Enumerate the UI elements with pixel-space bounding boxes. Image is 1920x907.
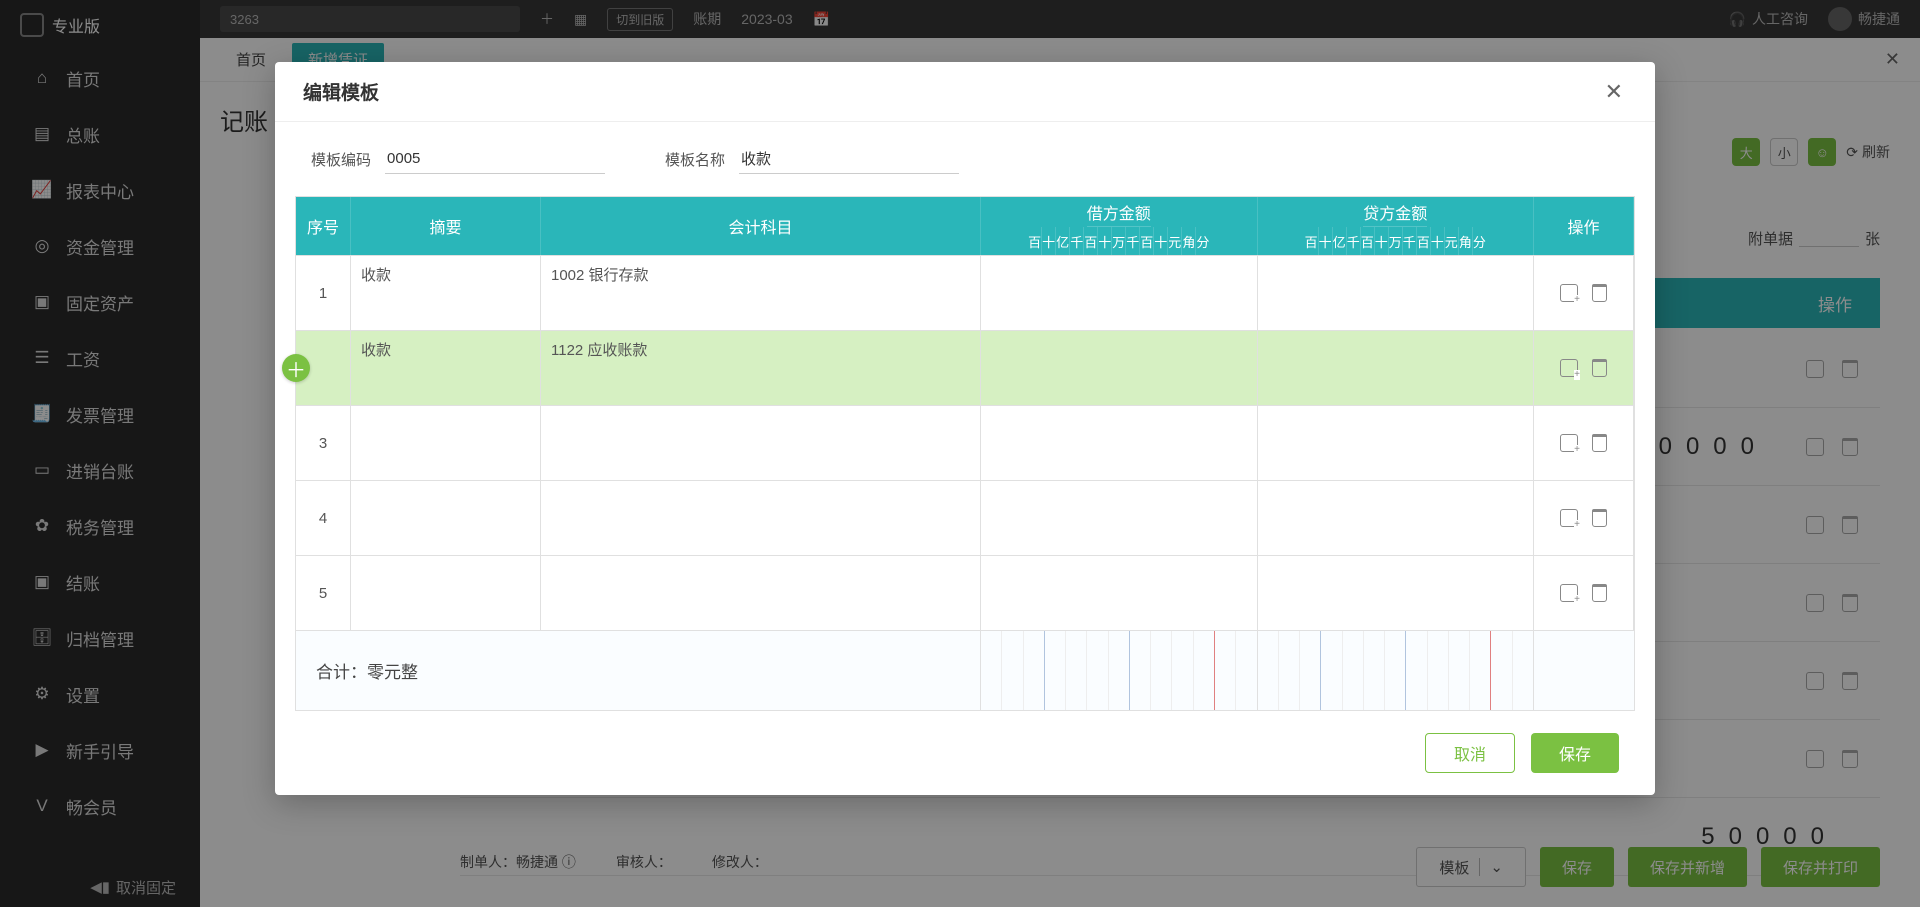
row-summary[interactable]: 收款 [351, 256, 541, 330]
row-summary[interactable]: 收款 [351, 331, 541, 405]
row-index: 1 [296, 256, 351, 330]
template-name-label: 模板名称 [665, 149, 725, 170]
row-debit[interactable] [981, 256, 1258, 330]
row-credit[interactable] [1258, 481, 1535, 555]
table-header: 序号 摘要 会计科目 借方金额 百十亿千百十万千百十元角分 贷方金额 百十亿千百… [296, 197, 1634, 255]
row-credit[interactable] [1258, 406, 1535, 480]
digit-cell[interactable] [1491, 631, 1512, 710]
copy-icon[interactable] [1560, 509, 1578, 527]
row-account[interactable]: 1122 应收账款 [541, 331, 981, 405]
digit-cell[interactable] [1109, 631, 1130, 710]
delete-icon[interactable] [1592, 584, 1607, 602]
table-row: 1 收款 1002 银行存款 [296, 255, 1634, 330]
row-credit[interactable] [1258, 256, 1535, 330]
table-row: 5 [296, 555, 1634, 630]
row-summary[interactable] [351, 481, 541, 555]
modal-header: 编辑模板 ✕ [275, 62, 1655, 122]
digit-cell[interactable] [1045, 631, 1066, 710]
digit-cell[interactable] [1066, 631, 1087, 710]
digit-cell[interactable] [1385, 631, 1406, 710]
total-debit [981, 631, 1258, 710]
digit-cell[interactable] [1002, 631, 1023, 710]
cancel-button[interactable]: 取消 [1425, 733, 1515, 773]
template-code-label: 模板编码 [311, 149, 371, 170]
digit-cell[interactable] [1215, 631, 1236, 710]
row-debit[interactable] [981, 406, 1258, 480]
row-summary[interactable] [351, 556, 541, 630]
row-debit[interactable] [981, 481, 1258, 555]
modal-close-button[interactable]: ✕ [1601, 75, 1627, 109]
save-button[interactable]: 保存 [1531, 733, 1619, 773]
total-op [1534, 631, 1634, 710]
row-summary[interactable] [351, 406, 541, 480]
row-op [1534, 406, 1634, 480]
digit-cell[interactable] [1428, 631, 1449, 710]
copy-icon[interactable] [1560, 434, 1578, 452]
digit-cell[interactable] [1321, 631, 1342, 710]
delete-icon[interactable] [1592, 359, 1607, 377]
digit-cell[interactable] [1172, 631, 1193, 710]
row-account[interactable] [541, 556, 981, 630]
copy-icon[interactable] [1560, 359, 1578, 377]
row-account[interactable] [541, 406, 981, 480]
th-credit: 贷方金额 百十亿千百十万千百十元角分 [1258, 197, 1535, 255]
row-index: 3 [296, 406, 351, 480]
total-row: 合计：零元整 [296, 630, 1634, 710]
digit-cell[interactable] [1406, 631, 1427, 710]
th-account: 会计科目 [541, 197, 981, 255]
row-credit[interactable] [1258, 556, 1535, 630]
row-op [1534, 331, 1634, 405]
table-row: 4 [296, 480, 1634, 555]
row-account[interactable] [541, 481, 981, 555]
delete-icon[interactable] [1592, 434, 1607, 452]
table-body: 1 收款 1002 银行存款 ＋ 收款 1122 应收账款 3 4 [296, 255, 1634, 630]
debit-units: 百十亿千百十万千百十元角分 [1028, 227, 1209, 255]
add-row-button[interactable]: ＋ [282, 354, 310, 382]
row-op [1534, 556, 1634, 630]
total-label: 合计：零元整 [296, 631, 981, 710]
row-op [1534, 256, 1634, 330]
digit-cell[interactable] [1151, 631, 1172, 710]
modal-form: 模板编码 模板名称 [275, 122, 1655, 196]
digit-cell[interactable] [1364, 631, 1385, 710]
template-table: 序号 摘要 会计科目 借方金额 百十亿千百十万千百十元角分 贷方金额 百十亿千百… [295, 196, 1635, 711]
modal-footer: 取消 保存 [275, 711, 1655, 795]
row-debit[interactable] [981, 556, 1258, 630]
digit-cell[interactable] [1087, 631, 1108, 710]
digit-cell[interactable] [1343, 631, 1364, 710]
digit-cell[interactable] [1130, 631, 1151, 710]
table-row: ＋ 收款 1122 应收账款 [296, 330, 1634, 405]
row-op [1534, 481, 1634, 555]
row-account[interactable]: 1002 银行存款 [541, 256, 981, 330]
digit-cell[interactable] [1300, 631, 1321, 710]
digit-cell[interactable] [1449, 631, 1470, 710]
digit-cell[interactable] [1194, 631, 1215, 710]
modal-title: 编辑模板 [303, 78, 379, 105]
row-debit[interactable] [981, 331, 1258, 405]
copy-icon[interactable] [1560, 284, 1578, 302]
th-summary: 摘要 [351, 197, 541, 255]
copy-icon[interactable] [1560, 584, 1578, 602]
digit-cell[interactable] [1236, 631, 1256, 710]
credit-units: 百十亿千百十万千百十元角分 [1305, 227, 1486, 255]
digit-cell[interactable] [1470, 631, 1491, 710]
delete-icon[interactable] [1592, 284, 1607, 302]
digit-cell[interactable] [1279, 631, 1300, 710]
th-index: 序号 [296, 197, 351, 255]
row-index: 5 [296, 556, 351, 630]
digit-cell[interactable] [1513, 631, 1533, 710]
row-credit[interactable] [1258, 331, 1535, 405]
digit-cell[interactable] [1024, 631, 1045, 710]
template-code-input[interactable] [385, 144, 605, 174]
th-debit: 借方金额 百十亿千百十万千百十元角分 [981, 197, 1258, 255]
digit-cell[interactable] [981, 631, 1002, 710]
table-row: 3 [296, 405, 1634, 480]
row-index: 4 [296, 481, 351, 555]
delete-icon[interactable] [1592, 509, 1607, 527]
digit-cell[interactable] [1258, 631, 1279, 710]
template-name-input[interactable] [739, 144, 959, 174]
total-credit [1258, 631, 1535, 710]
th-op: 操作 [1534, 197, 1634, 255]
edit-template-modal: 编辑模板 ✕ 模板编码 模板名称 序号 摘要 会计科目 借方金额 百十亿千百十万… [275, 62, 1655, 795]
